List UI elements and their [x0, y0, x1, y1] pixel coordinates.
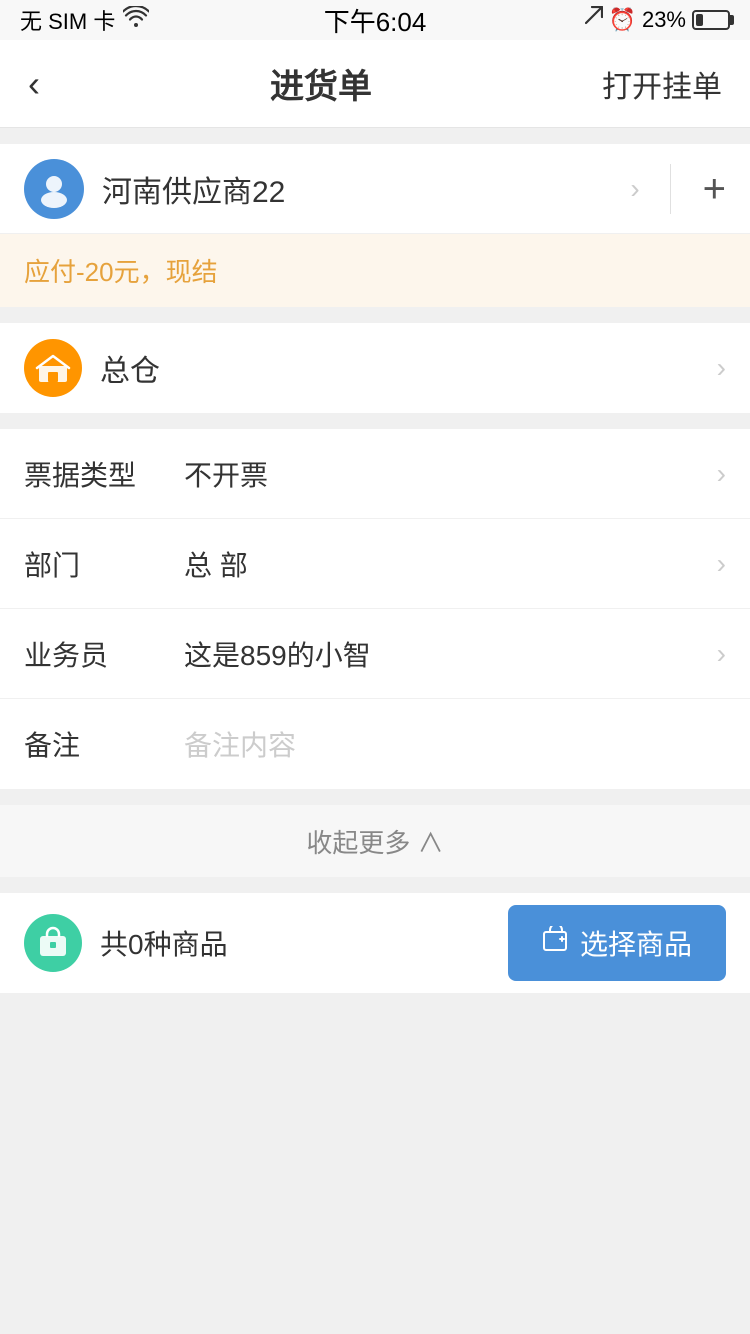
notice-bar: 应付-20元，现结: [0, 234, 750, 307]
top-divider: [0, 128, 750, 144]
warehouse-name: 总仓: [100, 346, 717, 390]
status-time: 下午6:04: [324, 2, 427, 39]
salesperson-chevron-icon: ›: [717, 638, 726, 670]
invoice-row[interactable]: 票据类型 不开票 ›: [0, 429, 750, 519]
form-section: 票据类型 不开票 › 部门 总 部 › 业务员 这是859的小智 › 备注 备注…: [0, 429, 750, 789]
salesperson-value: 这是859的小智: [164, 634, 709, 674]
alarm-icon: ⏰: [609, 7, 636, 33]
cart-icon: [542, 926, 570, 961]
vertical-divider: [670, 164, 671, 214]
wifi-icon: [123, 6, 149, 34]
collapse-label: 收起更多 ∧: [306, 823, 443, 860]
bottom-bar: 共0种商品 选择商品: [0, 893, 750, 993]
dept-row[interactable]: 部门 总 部 ›: [0, 519, 750, 609]
salesperson-row[interactable]: 业务员 这是859的小智 ›: [0, 609, 750, 699]
nav-bar: ‹ 进货单 打开挂单: [0, 40, 750, 128]
open-pending-button[interactable]: 打开挂单: [602, 62, 722, 106]
notice-text: 应付-20元，现结: [24, 257, 218, 287]
location-icon: [585, 6, 603, 34]
gray-background: [0, 993, 750, 1293]
supplier-section: 河南供应商22 › +: [0, 144, 750, 234]
back-button[interactable]: ‹: [28, 63, 40, 105]
invoice-chevron-icon: ›: [717, 458, 726, 490]
dept-value: 总 部: [164, 544, 709, 584]
supplier-avatar: [24, 159, 84, 219]
dept-chevron-icon: ›: [717, 548, 726, 580]
status-right: ⏰ 23%: [585, 6, 730, 34]
salesperson-label: 业务员: [24, 634, 164, 674]
dept-label: 部门: [24, 544, 164, 584]
carrier-text: 无 SIM 卡: [20, 4, 115, 36]
remark-label: 备注: [24, 724, 164, 764]
product-icon: [24, 914, 82, 972]
warehouse-section[interactable]: 总仓 ›: [0, 323, 750, 413]
warehouse-chevron-icon: ›: [717, 352, 726, 384]
supplier-chevron-icon: ›: [630, 173, 639, 205]
select-product-label: 选择商品: [580, 923, 692, 963]
remark-row[interactable]: 备注 备注内容: [0, 699, 750, 789]
invoice-label: 票据类型: [24, 454, 164, 494]
page-title: 进货单: [270, 59, 372, 108]
invoice-value: 不开票: [164, 454, 709, 494]
battery-pct: 23%: [642, 7, 686, 33]
battery-icon: [692, 10, 730, 30]
collapse-button[interactable]: 收起更多 ∧: [0, 805, 750, 877]
select-product-button[interactable]: 选择商品: [508, 905, 726, 981]
product-count: 共0种商品: [100, 923, 508, 963]
status-left: 无 SIM 卡: [20, 4, 149, 36]
status-bar: 无 SIM 卡 下午6:04 ⏰ 23%: [0, 0, 750, 40]
warehouse-icon: [24, 339, 82, 397]
supplier-name[interactable]: 河南供应商22: [102, 167, 630, 211]
remark-input[interactable]: 备注内容: [164, 724, 726, 764]
add-supplier-button[interactable]: +: [703, 169, 726, 209]
